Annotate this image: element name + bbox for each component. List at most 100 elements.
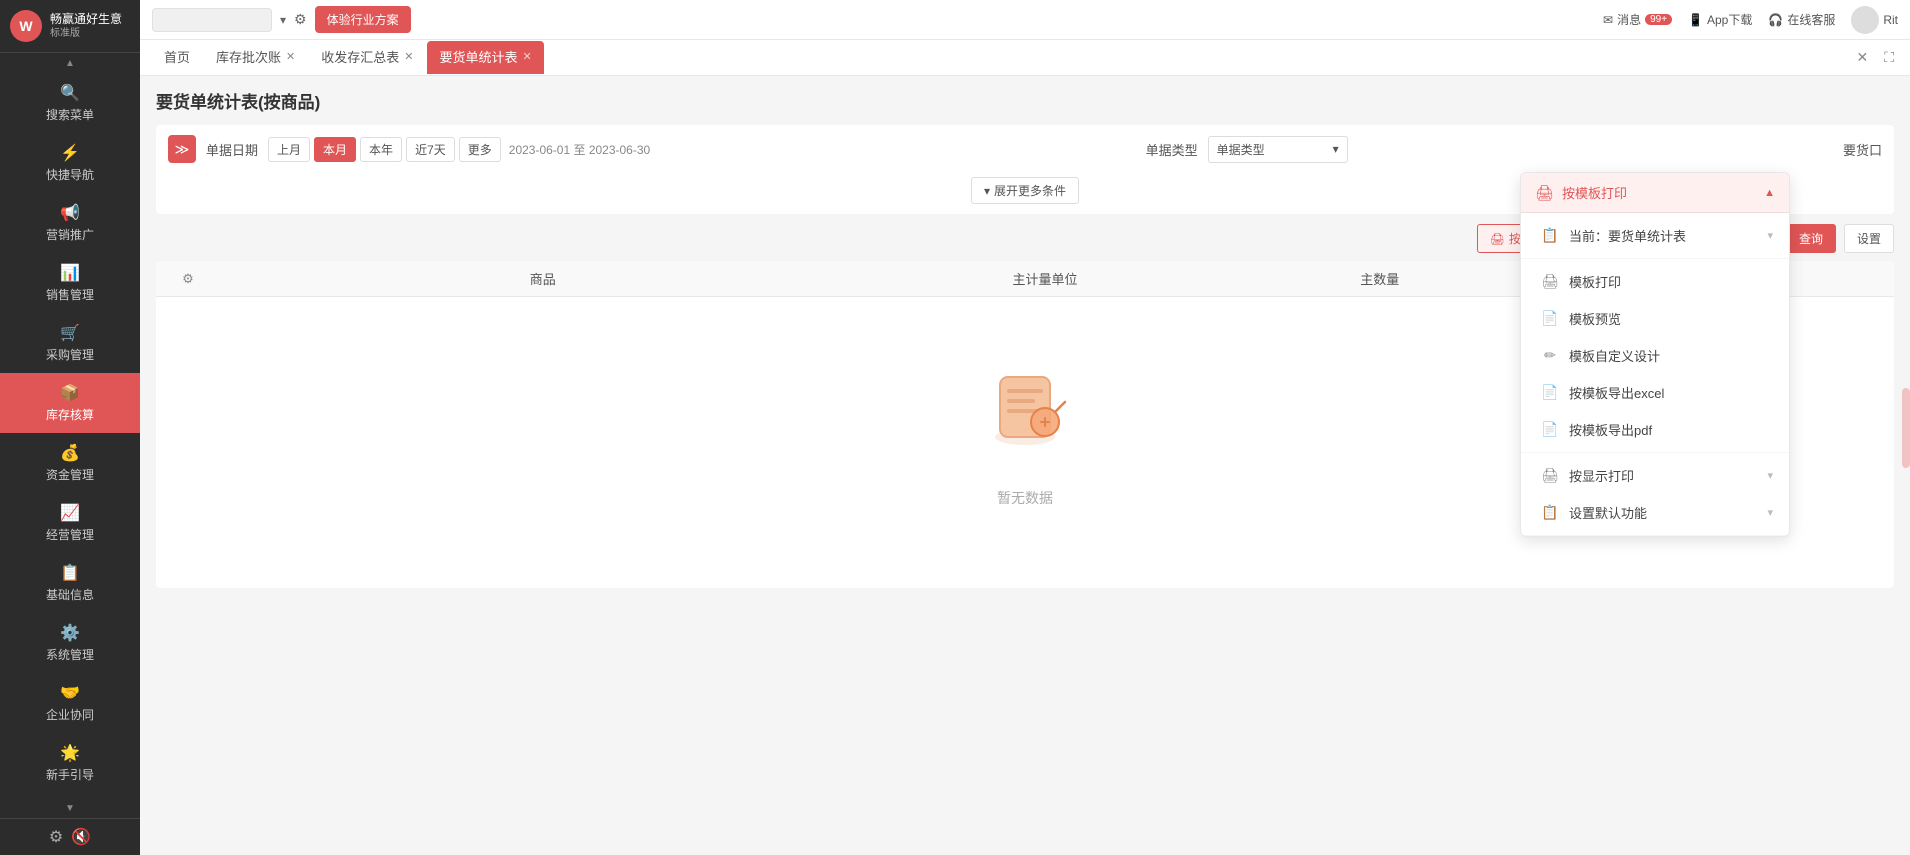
dropdown-header[interactable]: 🖨 按模板打印 ▲	[1521, 173, 1789, 213]
system-icon: ⚙️	[60, 623, 80, 643]
tab-collection-close[interactable]: ✕	[404, 50, 413, 63]
page-title: 要货单统计表(按商品)	[156, 88, 1894, 113]
type-select-arrow: ▾	[1333, 142, 1339, 156]
template-print-icon: 🖨	[1541, 273, 1559, 290]
topbar-dropdown[interactable]: ▾	[280, 13, 286, 27]
tab-collection[interactable]: 收发存汇总表 ✕	[309, 41, 425, 74]
tabs-right: ✕ ⛶	[1852, 45, 1898, 70]
date-label: 单据日期	[206, 140, 258, 159]
date-buttons: 上月 本月 本年 近7天 更多 2023-06-01 至 2023-06-30	[268, 137, 650, 162]
sidebar-item-marketing[interactable]: 📢 营销推广	[0, 193, 140, 253]
guide-icon: 🌟	[60, 743, 80, 763]
page-area: 要货单统计表(按商品) ≫ 单据日期 上月 本月 本年 近7天 更多 2023-…	[140, 76, 1910, 855]
message-btn[interactable]: ✉ 消息 99+	[1603, 11, 1672, 28]
current-item-arrow: ▾	[1767, 229, 1773, 242]
sidebar-item-guide[interactable]: 🌟 新手引导	[0, 733, 140, 793]
filter-row: ≫ 单据日期 上月 本月 本年 近7天 更多 2023-06-01 至 2023…	[168, 135, 1882, 163]
logo-icon: W	[10, 10, 42, 42]
dropdown-header-left: 🖨 按模板打印	[1535, 183, 1627, 202]
main-content: ▾ ⚙ 体验行业方案 ✉ 消息 99+ 📱 App下载 🎧 在线客服 Rit	[140, 0, 1910, 855]
export-excel-icon: 📄	[1541, 384, 1559, 401]
tab-batch[interactable]: 库存批次账 ✕	[204, 41, 307, 74]
type-label: 单据类型	[1146, 140, 1198, 159]
settings-icon[interactable]: ⚙	[49, 827, 63, 847]
sidebar-scroll-up[interactable]: ▲	[0, 53, 140, 73]
dropdown-template-print[interactable]: 🖨 模板打印	[1521, 263, 1789, 300]
app-download-btn[interactable]: 📱 App下载	[1688, 11, 1752, 28]
sidebar-bottom: ⚙ 🔇	[0, 818, 140, 855]
type-select[interactable]: 单据类型 ▾	[1208, 136, 1348, 163]
dropdown-section-bottom: 🖨 按显示打印 ▾ 📋 设置默认功能 ▾	[1521, 453, 1789, 536]
yh-label: 要货口	[1843, 140, 1882, 159]
expand-icon: ▾	[984, 184, 990, 198]
sidebar-item-finance[interactable]: 💰 资金管理	[0, 433, 140, 493]
tab-home[interactable]: 首页	[152, 41, 202, 74]
sidebar-item-system[interactable]: ⚙️ 系统管理	[0, 613, 140, 673]
message-icon: ✉	[1603, 13, 1613, 27]
sidebar-item-collab[interactable]: 🤝 企业协同	[0, 673, 140, 733]
search-icon: 🔍	[60, 83, 80, 103]
settings-btn[interactable]: 设置	[1844, 224, 1894, 253]
sidebar-item-purchase[interactable]: 🛒 采购管理	[0, 313, 140, 373]
date-btn-last-month[interactable]: 上月	[268, 137, 310, 162]
dropdown-printer-icon: 🖨	[1535, 184, 1554, 202]
dropdown-export-excel[interactable]: 📄 按模板导出excel	[1521, 374, 1789, 411]
template-design-icon: ✏	[1541, 347, 1559, 364]
dropdown-section-actions: 🖨 模板打印 📄 模板预览 ✏ 模板自定义设计 📄 按模板导出excel 📄	[1521, 259, 1789, 453]
sidebar-item-inventory[interactable]: 📦 库存核算	[0, 373, 140, 433]
date-btn-this-month[interactable]: 本月	[314, 137, 356, 162]
dropdown-current-item[interactable]: 📋 当前：要货单统计表 ▾	[1521, 217, 1789, 254]
printer-icon: 🖨	[1490, 232, 1505, 246]
col-unit: 主计量单位	[878, 269, 1213, 288]
sidebar-scroll-down[interactable]: ▼	[0, 798, 140, 818]
template-print-dropdown: 🖨 按模板打印 ▲ 📋 当前：要货单统计表 ▾ 🖨 模板打印 📄	[1520, 172, 1790, 537]
mute-icon[interactable]: 🔇	[71, 827, 91, 847]
topbar: ▾ ⚙ 体验行业方案 ✉ 消息 99+ 📱 App下载 🎧 在线客服 Rit	[140, 0, 1910, 40]
tab-batch-close[interactable]: ✕	[286, 50, 295, 63]
topbar-gear-icon[interactable]: ⚙	[294, 11, 307, 28]
tab-expand-icon[interactable]: ⛶	[1880, 45, 1898, 70]
dropdown-template-preview[interactable]: 📄 模板预览	[1521, 300, 1789, 337]
sales-icon: 📊	[60, 263, 80, 283]
operation-icon: 📈	[60, 503, 80, 523]
finance-icon: 💰	[60, 443, 80, 463]
sidebar-item-basic[interactable]: 📋 基础信息	[0, 553, 140, 613]
date-btn-this-year[interactable]: 本年	[360, 137, 402, 162]
sidebar-item-operation[interactable]: 📈 经营管理	[0, 493, 140, 553]
sidebar-logo: W 畅赢通好生意 标准版	[0, 0, 140, 53]
right-scrollbar[interactable]	[1902, 388, 1910, 468]
query-btn[interactable]: 查询	[1786, 224, 1836, 253]
current-template-icon: 📋	[1541, 227, 1559, 244]
col-gear[interactable]: ⚙	[168, 271, 208, 287]
shortcut-icon: ⚡	[60, 143, 80, 163]
tab-order-stats-close[interactable]: ✕	[523, 50, 532, 63]
industry-btn[interactable]: 体验行业方案	[315, 6, 411, 33]
tab-order-stats[interactable]: 要货单统计表 ✕	[427, 41, 543, 74]
user-avatar[interactable]: Rit	[1851, 6, 1898, 34]
online-service-btn[interactable]: 🎧 在线客服	[1768, 11, 1835, 28]
export-pdf-icon: 📄	[1541, 421, 1559, 438]
sidebar-item-shortcut[interactable]: ⚡ 快捷导航	[0, 133, 140, 193]
dropdown-template-design[interactable]: ✏ 模板自定义设计	[1521, 337, 1789, 374]
expand-more-btn[interactable]: ▾ 展开更多条件	[971, 177, 1079, 204]
date-range: 2023-06-01 至 2023-06-30	[509, 141, 650, 158]
sidebar-item-sales[interactable]: 📊 销售管理	[0, 253, 140, 313]
download-icon: 📱	[1688, 13, 1703, 27]
dropdown-display-print[interactable]: 🖨 按显示打印 ▾	[1521, 457, 1789, 494]
filter-toggle-btn[interactable]: ≫	[168, 135, 196, 163]
avatar-img	[1851, 6, 1879, 34]
date-btn-7days[interactable]: 近7天	[406, 137, 455, 162]
display-print-icon: 🖨	[1541, 467, 1559, 484]
dropdown-set-default[interactable]: 📋 设置默认功能 ▾	[1521, 494, 1789, 531]
tab-close-all-icon[interactable]: ✕	[1852, 45, 1872, 70]
sidebar-item-search[interactable]: 🔍 搜索菜单	[0, 73, 140, 133]
type-select-label: 单据类型	[1217, 141, 1265, 158]
topbar-search-input[interactable]	[152, 8, 272, 32]
service-icon: 🎧	[1768, 13, 1783, 27]
sidebar-nav: 🔍 搜索菜单 ⚡ 快捷导航 📢 营销推广 📊 销售管理 🛒 采购管理 📦 库存核…	[0, 73, 140, 798]
dropdown-export-pdf[interactable]: 📄 按模板导出pdf	[1521, 411, 1789, 448]
inventory-icon: 📦	[60, 383, 80, 403]
sidebar: W 畅赢通好生意 标准版 ▲ 🔍 搜索菜单 ⚡ 快捷导航 📢 营销推广 📊 销售…	[0, 0, 140, 855]
set-default-arrow: ▾	[1767, 506, 1773, 519]
date-btn-more[interactable]: 更多	[459, 137, 501, 162]
